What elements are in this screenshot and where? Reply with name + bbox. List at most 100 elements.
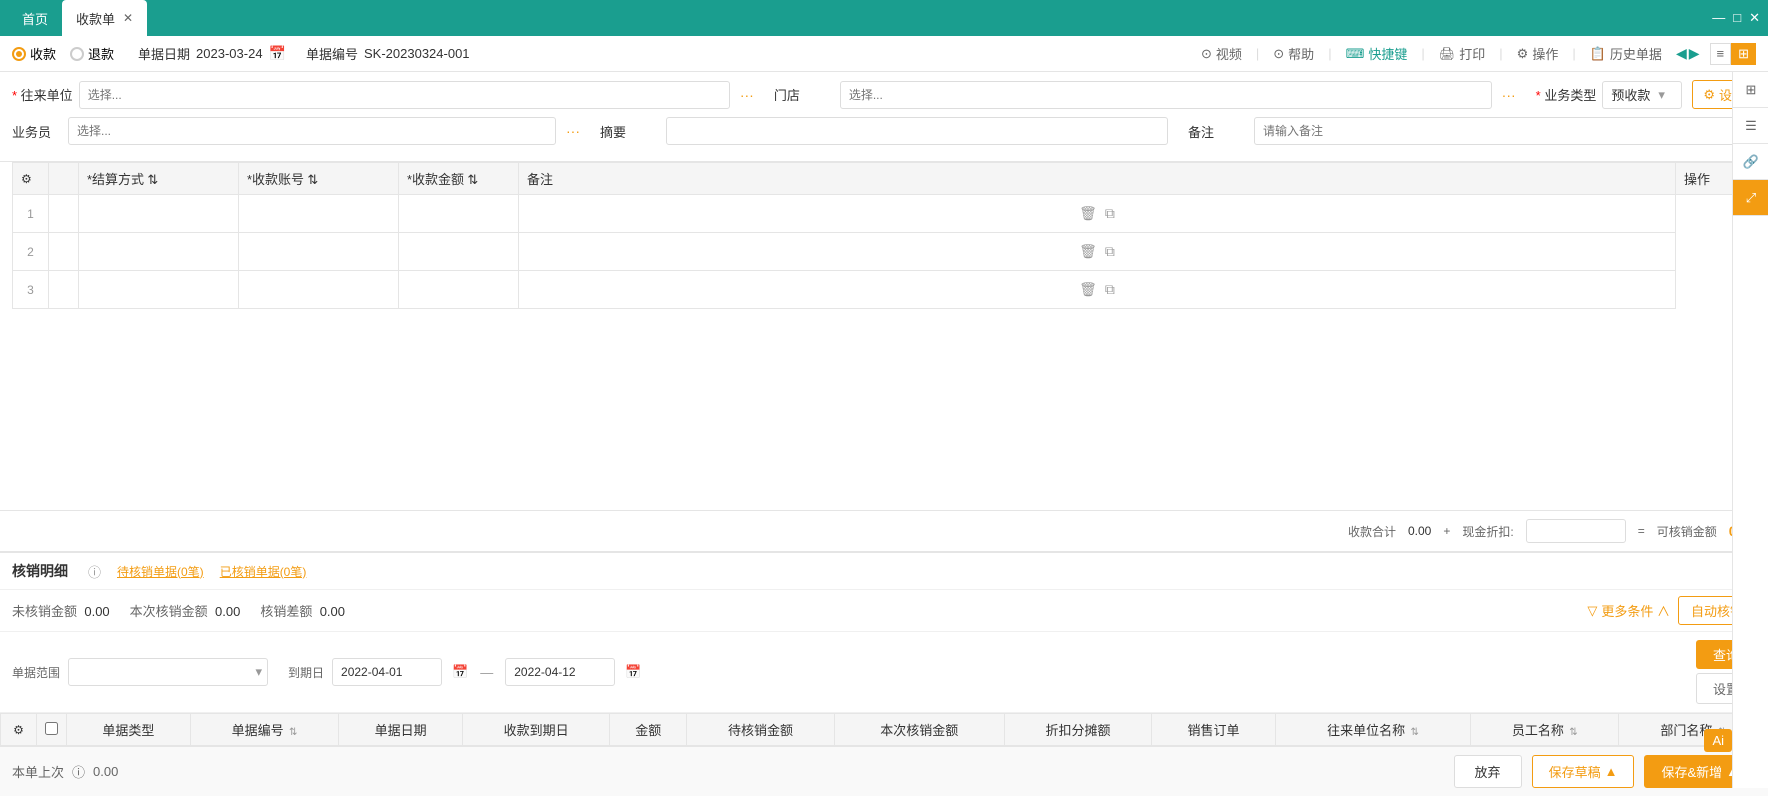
partner-input[interactable] bbox=[79, 81, 730, 109]
hx-th-gear[interactable]: ⚙ bbox=[1, 714, 37, 746]
toolbar: 收款 退款 单据日期 2023-03-24 📅 单据编号 SK-20230324… bbox=[0, 36, 1768, 72]
history-btn[interactable]: 📋 历史单据 bbox=[1586, 42, 1666, 65]
rp-table-btn[interactable]: ⊞ bbox=[1733, 72, 1768, 108]
hx-section: 核销明细 ⓘ 待核销单据(0笔) 已核销单据(0笔) 未核销金额 0.00 本次… bbox=[0, 551, 1768, 746]
help-btn[interactable]: ⊙ 帮助 bbox=[1269, 42, 1318, 65]
rp-list-btn[interactable]: ☰ bbox=[1733, 108, 1768, 144]
done-tab[interactable]: 已核销单据(0笔) bbox=[220, 563, 307, 580]
row-2-amount bbox=[239, 233, 399, 271]
store-more-icon[interactable]: ··· bbox=[1502, 87, 1516, 103]
note-input[interactable] bbox=[1254, 117, 1756, 145]
sort-icon-amount[interactable]: ⇅ bbox=[467, 172, 478, 187]
this-order-value: 0.00 bbox=[93, 764, 118, 779]
print-label: 打印 bbox=[1459, 44, 1485, 63]
row-1-settle bbox=[49, 195, 79, 233]
sort-icon-num[interactable]: ⇅ bbox=[289, 727, 297, 738]
discount-input[interactable] bbox=[1526, 519, 1626, 543]
row-2-ops: 🗑 ⧉ bbox=[519, 233, 1676, 271]
discard-btn[interactable]: 放弃 bbox=[1454, 755, 1522, 788]
stat-this-clear-label: 本次核销金额 0.00 bbox=[130, 601, 241, 620]
ai-label[interactable]: Ai bbox=[1704, 729, 1732, 752]
row-1-delete-icon[interactable]: 🗑 bbox=[1079, 205, 1097, 222]
due-date-field: 到期日 📅 — 📅 bbox=[288, 658, 641, 686]
stat-unclear-label: 未核销金额 0.00 bbox=[12, 601, 110, 620]
partner-more-icon[interactable]: ··· bbox=[740, 87, 754, 103]
rp-expand-btn[interactable]: ⤢ bbox=[1733, 180, 1768, 216]
hx-th-date-label: 单据日期 bbox=[375, 723, 427, 738]
row-2-account-input[interactable] bbox=[79, 233, 238, 270]
row-3-account-input[interactable] bbox=[79, 271, 238, 308]
radio-refund[interactable]: 退款 bbox=[70, 44, 114, 63]
equals-sign: = bbox=[1638, 524, 1645, 538]
row-1-note-input[interactable] bbox=[399, 195, 518, 232]
date-from-icon[interactable]: 📅 bbox=[452, 664, 468, 680]
date-to-icon[interactable]: 📅 bbox=[625, 664, 641, 680]
print-btn[interactable]: 🖨 打印 bbox=[1435, 42, 1490, 65]
close-window-icon[interactable]: ✕ bbox=[1749, 10, 1760, 26]
hx-info-icon[interactable]: ⓘ bbox=[88, 562, 101, 581]
row-3-note-input[interactable] bbox=[399, 271, 518, 308]
row-2-amount-input[interactable] bbox=[239, 233, 398, 270]
date-to-input[interactable] bbox=[505, 658, 615, 686]
row-3-delete-icon[interactable]: 🗑 bbox=[1079, 281, 1097, 298]
operate-label: 操作 bbox=[1532, 44, 1558, 63]
hx-th-sales-order: 销售订单 bbox=[1152, 714, 1276, 746]
operate-btn[interactable]: ⚙ 操作 bbox=[1513, 42, 1563, 65]
tab-receipt[interactable]: 收款单 ✕ bbox=[62, 0, 147, 36]
row-2-copy-icon[interactable]: ⧉ bbox=[1105, 243, 1115, 260]
row-2-note-input[interactable] bbox=[399, 233, 518, 270]
save-draft-btn[interactable]: 保存草稿 ▲ bbox=[1532, 755, 1635, 788]
row-2-settle bbox=[49, 233, 79, 271]
minimize-icon[interactable]: — bbox=[1712, 10, 1725, 26]
date-from-input[interactable] bbox=[332, 658, 442, 686]
rp-link-btn[interactable]: 🔗 bbox=[1733, 144, 1768, 180]
row-1-op-btns: 🗑 ⧉ bbox=[519, 205, 1675, 222]
nav-prev[interactable]: ◀ bbox=[1676, 45, 1687, 62]
video-label: 视频 bbox=[1216, 44, 1242, 63]
row-3-settle-input[interactable] bbox=[49, 271, 78, 308]
row-3-copy-icon[interactable]: ⧉ bbox=[1105, 281, 1115, 298]
maximize-icon[interactable]: □ bbox=[1733, 10, 1741, 26]
hx-th-type-label: 单据类型 bbox=[102, 723, 154, 738]
employee-input[interactable] bbox=[68, 117, 556, 145]
radio-receipt[interactable]: 收款 bbox=[12, 44, 56, 63]
th-amount-label: *收款金额 bbox=[407, 172, 464, 187]
tab-home[interactable]: 首页 bbox=[8, 0, 62, 36]
store-input[interactable] bbox=[840, 81, 1492, 109]
total-label: 收款合计 bbox=[1348, 523, 1396, 540]
row-3-amount-input[interactable] bbox=[239, 271, 398, 308]
row-1-amount-input[interactable] bbox=[239, 195, 398, 232]
footer-info-icon[interactable]: ⓘ bbox=[72, 762, 85, 781]
row-1-account-input[interactable] bbox=[79, 195, 238, 232]
more-conditions-btn[interactable]: ▽ 更多条件 ∧ bbox=[1587, 601, 1670, 620]
sort-icon-account[interactable]: ⇅ bbox=[307, 172, 318, 187]
row-2-delete-icon[interactable]: 🗑 bbox=[1079, 243, 1097, 260]
radio-receipt-dot bbox=[12, 47, 26, 61]
tab-close-icon[interactable]: ✕ bbox=[123, 11, 133, 25]
business-type-dropdown[interactable]: 预收款 ▾ bbox=[1602, 81, 1682, 109]
video-btn[interactable]: ⊙ 视频 bbox=[1197, 42, 1246, 65]
employee-more-icon[interactable]: ··· bbox=[566, 123, 580, 139]
hx-check-all[interactable] bbox=[45, 722, 58, 735]
th-gear[interactable]: ⚙ bbox=[13, 163, 49, 195]
rp-list-icon: ☰ bbox=[1745, 118, 1757, 134]
sort-icon-settle[interactable]: ⇅ bbox=[147, 172, 158, 187]
calendar-icon[interactable]: 📅 bbox=[269, 45, 286, 62]
row-1-copy-icon[interactable]: ⧉ bbox=[1105, 205, 1115, 222]
view-list[interactable]: ≡ bbox=[1710, 43, 1732, 65]
discard-label: 放弃 bbox=[1475, 765, 1501, 780]
date-label: 单据日期 bbox=[138, 44, 190, 63]
range-select[interactable] bbox=[68, 658, 268, 686]
sort-icon-partner[interactable]: ⇅ bbox=[1410, 727, 1418, 738]
sort-icon-employee[interactable]: ⇅ bbox=[1569, 727, 1577, 738]
row-1-settle-input[interactable] bbox=[49, 195, 78, 232]
shortcut-icon: ⌨ bbox=[1346, 46, 1365, 62]
shortcut-btn[interactable]: ⌨ 快捷键 bbox=[1342, 42, 1412, 65]
summary-input[interactable] bbox=[666, 117, 1168, 145]
row-2-settle-input[interactable] bbox=[49, 233, 78, 270]
nav-next[interactable]: ▶ bbox=[1689, 45, 1700, 62]
view-grid[interactable]: ⊞ bbox=[1731, 43, 1756, 65]
pending-tab[interactable]: 待核销单据(0笔) bbox=[117, 563, 204, 580]
nav-arrows: ◀ ▶ bbox=[1676, 45, 1700, 62]
hx-th-this-clear: 本次核销金额 bbox=[834, 714, 1004, 746]
